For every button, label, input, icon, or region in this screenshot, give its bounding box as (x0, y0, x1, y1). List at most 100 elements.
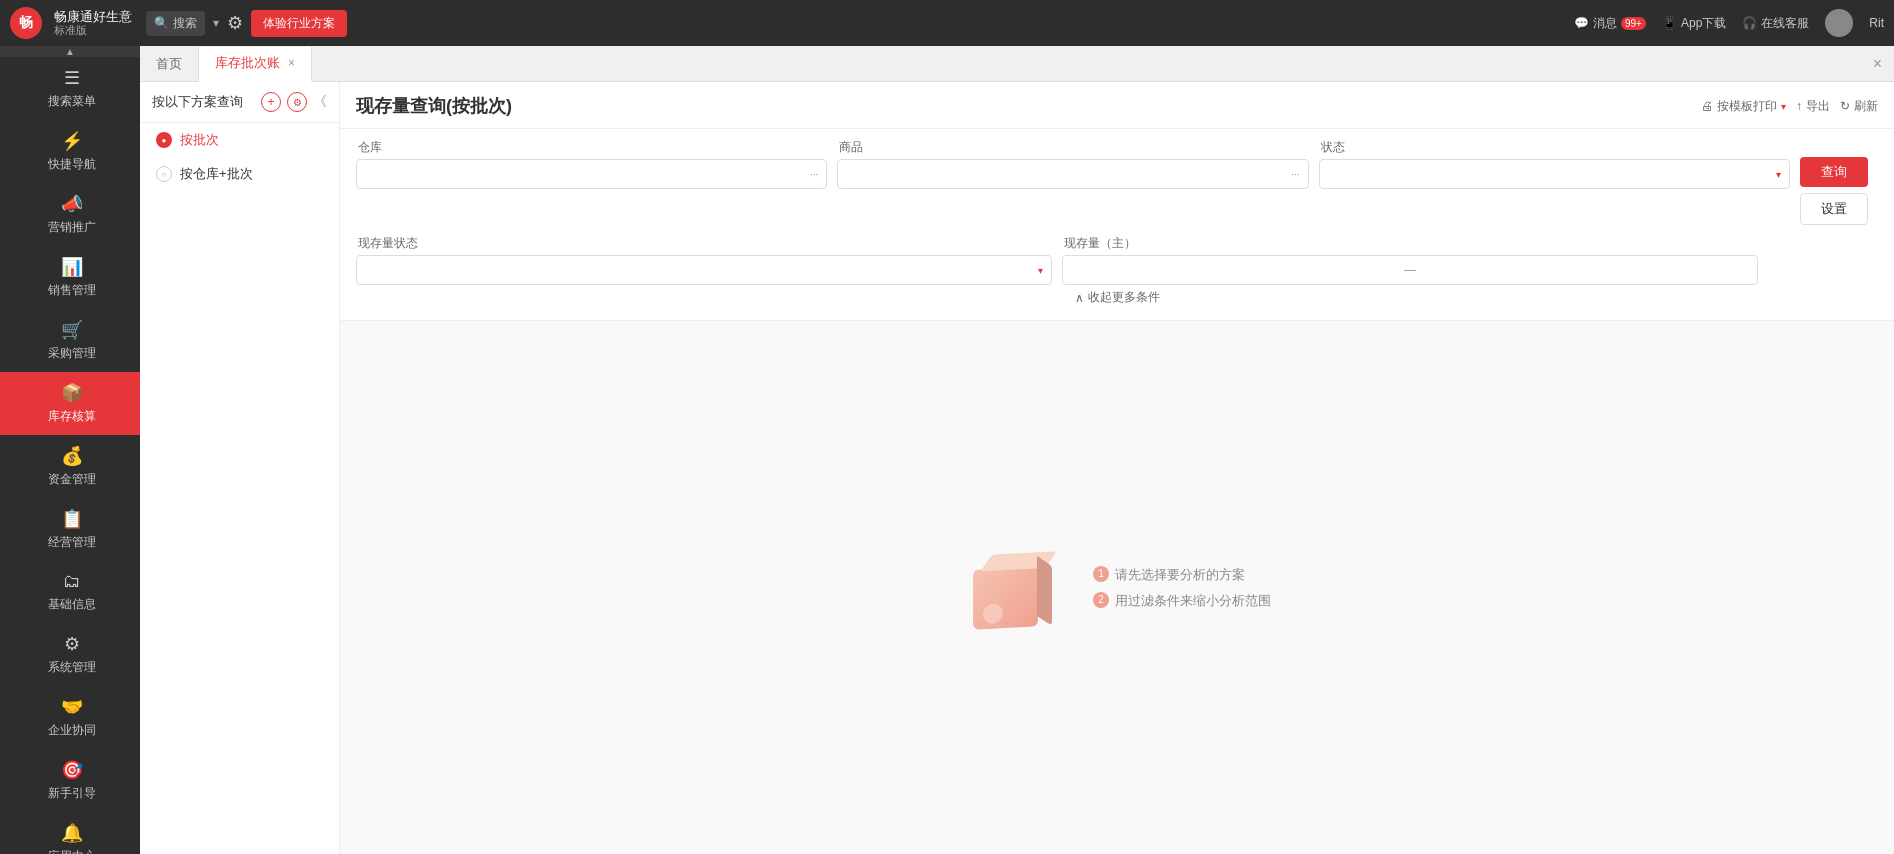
empty-hint-1: 1 请先选择要分析的方案 (1093, 566, 1271, 584)
newbie-icon: 🎯 (61, 759, 83, 781)
tab-home[interactable]: 首页 (140, 46, 199, 81)
query-button[interactable]: 查询 (1800, 157, 1868, 187)
topbar-actions: 💬 消息 99+ 📱 App下载 🎧 在线客服 Rit (1574, 9, 1884, 37)
left-panel-header: 按以下方案查询 + ⚙ 《 (140, 82, 339, 123)
export-btn[interactable]: ↑ 导出 (1796, 98, 1830, 115)
sidebar: ▲ ☰ 搜索菜单 ⚡ 快捷导航 📣 营销推广 📊 销售管理 🛒 采购管理 📦 库… (0, 46, 140, 854)
sidebar-item-quick-nav[interactable]: ⚡ 快捷导航 (0, 120, 140, 183)
sidebar-item-label: 企业协同 (48, 722, 96, 739)
app-edition: 标准版 (54, 24, 132, 37)
goods-input[interactable]: ··· (837, 159, 1308, 189)
sidebar-item-basic[interactable]: 🗂 基础信息 (0, 561, 140, 623)
sidebar-item-search-menu[interactable]: ☰ 搜索菜单 (0, 57, 140, 120)
hint2-text: 用过滤条件来缩小分析范围 (1115, 592, 1271, 610)
page-content: 按以下方案查询 + ⚙ 《 ● 按批次 ○ 按仓库+批次 (140, 82, 1894, 854)
message-icon: 💬 (1574, 16, 1589, 30)
sidebar-scroll-up[interactable]: ▲ (0, 46, 140, 57)
scheme-inactive-dot: ○ (156, 166, 172, 182)
warehouse-more-icon: ··· (810, 169, 818, 180)
sidebar-item-label: 经营管理 (48, 534, 96, 551)
status-label: 状态 (1319, 139, 1790, 156)
scheme-label: 按仓库+批次 (180, 165, 253, 183)
empty-state: 1 请先选择要分析的方案 2 用过滤条件来缩小分析范围 (340, 321, 1894, 854)
sidebar-item-purchase[interactable]: 🛒 采购管理 (0, 309, 140, 372)
page-title: 现存量查询(按批次) (356, 94, 512, 118)
collapse-label: 收起更多条件 (1088, 289, 1160, 306)
scheme-item-by-batch[interactable]: ● 按批次 (140, 123, 339, 157)
message-action[interactable]: 💬 消息 99+ (1574, 15, 1646, 32)
topbar-settings[interactable]: ⚙ (227, 12, 243, 34)
scheme-settings-btn[interactable]: ⚙ (287, 92, 307, 112)
sidebar-item-collab[interactable]: 🤝 企业协同 (0, 686, 140, 749)
inventory-qty-filter: 现存量（主） — (1062, 235, 1758, 285)
tab-close-btn[interactable]: × (288, 56, 295, 70)
finance-icon: 💰 (61, 445, 83, 467)
panel-collapse-btn[interactable]: 《 (313, 93, 327, 111)
sidebar-item-inventory[interactable]: 📦 库存核算 (0, 372, 140, 435)
sidebar-item-newbie[interactable]: 🎯 新手引导 (0, 749, 140, 812)
range-dash: — (1404, 263, 1416, 277)
refresh-btn[interactable]: ↻ 刷新 (1840, 98, 1878, 115)
warehouse-filter: 仓库 ··· (356, 139, 827, 189)
inventory-qty-label: 现存量（主） (1062, 235, 1758, 252)
experience-btn[interactable]: 体验行业方案 (251, 10, 347, 37)
inventory-qty-range[interactable]: — (1062, 255, 1758, 285)
close-panel-btn[interactable]: × (1861, 55, 1894, 73)
marketing-icon: 📣 (61, 193, 83, 215)
sidebar-item-label: 新手引导 (48, 785, 96, 802)
empty-hints: 1 请先选择要分析的方案 2 用过滤条件来缩小分析范围 (1093, 566, 1271, 610)
search-menu-icon: ☰ (64, 67, 80, 89)
tab-inventory-batch[interactable]: 库存批次账 × (199, 47, 312, 82)
collab-icon: 🤝 (61, 696, 83, 718)
headset-icon: 🎧 (1742, 16, 1757, 30)
right-content: 现存量查询(按批次) 🖨 按模板打印 ▾ ↑ 导出 ↻ (340, 82, 1894, 854)
print-icon: 🖨 (1701, 99, 1713, 113)
sidebar-item-label: 快捷导航 (48, 156, 96, 173)
inventory-status-filter: 现存量状态 ▾ (356, 235, 1052, 285)
hint1-text: 请先选择要分析的方案 (1115, 566, 1245, 584)
print-btn[interactable]: 🖨 按模板打印 ▾ (1701, 98, 1786, 115)
sidebar-item-sales[interactable]: 📊 销售管理 (0, 246, 140, 309)
sidebar-item-marketing[interactable]: 📣 营销推广 (0, 183, 140, 246)
sidebar-item-finance[interactable]: 💰 资金管理 (0, 435, 140, 498)
status-select[interactable]: ▾ (1319, 159, 1790, 189)
hint1-num: 1 (1093, 566, 1109, 582)
scheme-item-by-warehouse-batch[interactable]: ○ 按仓库+批次 (140, 157, 339, 191)
warehouse-label: 仓库 (356, 139, 827, 156)
export-icon: ↑ (1796, 99, 1802, 113)
add-scheme-btn[interactable]: + (261, 92, 281, 112)
topbar-dropdown[interactable]: ▾ (213, 16, 219, 30)
topbar-search-box[interactable]: 🔍 搜索 (146, 11, 205, 36)
scheme-active-dot: ● (156, 132, 172, 148)
inventory-status-select[interactable]: ▾ (356, 255, 1052, 285)
appstore-icon: 🔔 (61, 822, 83, 844)
system-icon: ⚙ (64, 633, 80, 655)
collapse-more-btn[interactable]: ∧ 收起更多条件 (356, 285, 1878, 310)
refresh-icon: ↻ (1840, 99, 1850, 113)
sidebar-item-label: 系统管理 (48, 659, 96, 676)
title-actions: 🖨 按模板打印 ▾ ↑ 导出 ↻ 刷新 (1701, 98, 1878, 115)
search-placeholder: 搜索 (173, 15, 197, 32)
print-dropdown-icon[interactable]: ▾ (1781, 101, 1786, 112)
goods-more-icon: ··· (1291, 169, 1299, 180)
sidebar-item-operation[interactable]: 📋 经营管理 (0, 498, 140, 561)
sidebar-item-system[interactable]: ⚙ 系统管理 (0, 623, 140, 686)
collapse-up-icon: ∧ (1075, 291, 1084, 305)
settings-button[interactable]: 设置 (1800, 193, 1868, 225)
basic-icon: 🗂 (63, 571, 81, 592)
warehouse-input[interactable]: ··· (356, 159, 827, 189)
goods-filter: 商品 ··· (837, 139, 1308, 189)
inventory-icon: 📦 (61, 382, 83, 404)
sidebar-item-label: 基础信息 (48, 596, 96, 613)
app-logo: 畅 (10, 7, 42, 39)
status-chevron-icon: ▾ (1776, 169, 1781, 180)
online-service-action[interactable]: 🎧 在线客服 (1742, 15, 1809, 32)
sidebar-item-appstore[interactable]: 🔔 应用中心 (0, 812, 140, 854)
quick-nav-icon: ⚡ (61, 130, 83, 152)
user-avatar[interactable] (1825, 9, 1853, 37)
app-download-action[interactable]: 📱 App下载 (1662, 15, 1726, 32)
action-buttons: 查询 设置 (1800, 139, 1868, 225)
status-filter: 状态 ▾ (1319, 139, 1790, 189)
inv-status-chevron-icon: ▾ (1038, 265, 1043, 276)
content-area: 首页 库存批次账 × × 按以下方案查询 + ⚙ 《 (140, 46, 1894, 854)
